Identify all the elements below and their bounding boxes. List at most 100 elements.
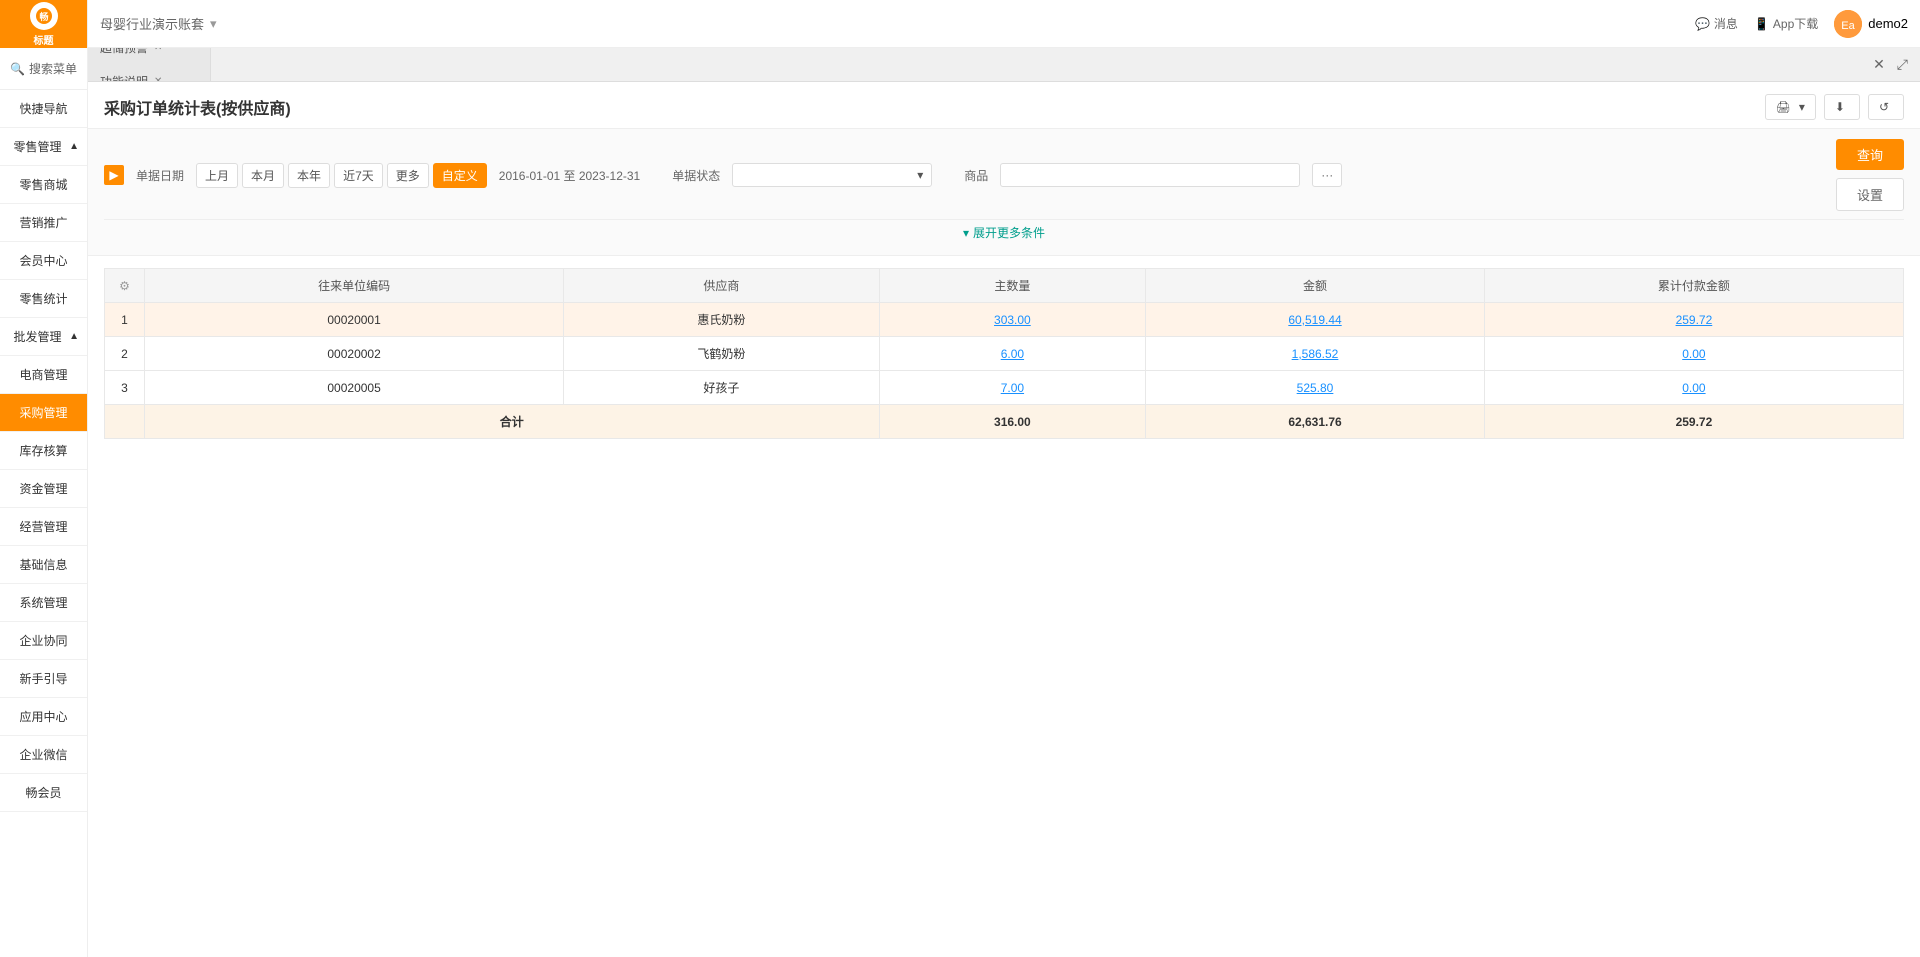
- tabbar: 首页收发存汇总表✕要货单统计表✕可用量库存账本✕保质期查询✕超储预警✕功能说明✕…: [88, 48, 1920, 82]
- user-avatar: Ea: [1834, 10, 1862, 38]
- sidebar-item-retail-stats[interactable]: 零售统计: [0, 280, 87, 318]
- app-icon: 📱: [1754, 17, 1769, 31]
- workspace-name: 母婴行业演示账套: [100, 14, 204, 33]
- tab-label-func-desc: 功能说明: [100, 73, 148, 82]
- sidebar-item-label-retail-mgmt: 零售管理: [8, 138, 67, 155]
- tab-overstock-warning[interactable]: 超储预警 ✕: [88, 48, 211, 65]
- export-button[interactable]: ⬇: [1824, 94, 1860, 120]
- cell-paid-0[interactable]: 259.72: [1484, 303, 1903, 337]
- cell-amount-0[interactable]: 60,519.44: [1146, 303, 1485, 337]
- sidebar-logo: 畅 标题: [0, 0, 87, 48]
- sidebar-item-inventory-check[interactable]: 库存核算: [0, 432, 87, 470]
- settings-icon[interactable]: ⚙: [118, 279, 132, 293]
- print-icon: 🖨: [1776, 100, 1791, 114]
- app-label: App下载: [1773, 15, 1818, 32]
- export-icon: ⬇: [1835, 100, 1845, 114]
- app-download-button[interactable]: 📱 App下载: [1754, 15, 1818, 32]
- refresh-button[interactable]: ↺: [1868, 94, 1904, 120]
- footer-quantity: 316.00: [879, 405, 1146, 439]
- filter-area: ▶ 单据日期 上月 本月 本年 近7天 更多 自定义 2016-01-01 至 …: [88, 129, 1920, 256]
- sidebar-item-label-capital-mgmt: 资金管理: [4, 480, 83, 497]
- cell-index-2: 3: [105, 371, 145, 405]
- table-area: ⚙ 往来单位编码 供应商 主数量 金额 累计付款金额 1 00020001 惠氏…: [88, 256, 1920, 957]
- cell-amount-2[interactable]: 525.80: [1146, 371, 1485, 405]
- settings-button[interactable]: 设置: [1836, 178, 1904, 211]
- sidebar-item-capital-mgmt[interactable]: 资金管理: [0, 470, 87, 508]
- print-button[interactable]: 🖨 ▾: [1765, 94, 1816, 120]
- sidebar-item-ops-mgmt[interactable]: 经营管理: [0, 508, 87, 546]
- goods-input[interactable]: [1000, 163, 1300, 187]
- user-profile-button[interactable]: Ea demo2: [1834, 10, 1908, 38]
- goods-label: 商品: [964, 167, 988, 184]
- cell-code-1: 00020002: [145, 337, 564, 371]
- sidebar-item-marketing[interactable]: 营销推广: [0, 204, 87, 242]
- message-button[interactable]: 💬 消息: [1695, 15, 1738, 32]
- expand-more-button[interactable]: ▾ 展开更多条件: [104, 219, 1904, 245]
- expand-icon: ▾: [963, 226, 969, 240]
- cell-code-2: 00020005: [145, 371, 564, 405]
- footer-empty-1: [105, 405, 145, 439]
- col-quantity: 主数量: [879, 269, 1146, 303]
- table-body: 1 00020001 惠氏奶粉 303.00 60,519.44 259.72 …: [105, 303, 1904, 405]
- col-amount: 金额: [1146, 269, 1485, 303]
- col-settings[interactable]: ⚙: [105, 269, 145, 303]
- sidebar-item-ecommerce-mgmt[interactable]: 电商管理: [0, 356, 87, 394]
- sidebar-item-label-app-center: 应用中心: [4, 708, 83, 725]
- sidebar-item-retail-mgmt[interactable]: 零售管理▲: [0, 128, 87, 166]
- maximize-tab-button[interactable]: ⤢: [1893, 54, 1912, 75]
- sidebar-item-purchase-mgmt[interactable]: 采购管理: [0, 394, 87, 432]
- cell-quantity-2[interactable]: 7.00: [879, 371, 1146, 405]
- search-icon: 🔍: [10, 62, 25, 76]
- cell-quantity-0[interactable]: 303.00: [879, 303, 1146, 337]
- sidebar-item-label-retail-shop: 零售商城: [4, 176, 83, 193]
- tab-func-desc[interactable]: 功能说明✕: [88, 65, 211, 83]
- date-btn-this-month[interactable]: 本月: [242, 163, 284, 188]
- logo-text: 标题: [34, 32, 54, 47]
- search-menu-button[interactable]: 🔍 搜索菜单: [6, 56, 81, 81]
- date-btn-last-month[interactable]: 上月: [196, 163, 238, 188]
- page-title: 采购订单统计表(按供应商): [104, 95, 291, 119]
- query-button[interactable]: 查询: [1836, 139, 1904, 170]
- sidebar-item-basic-info[interactable]: 基础信息: [0, 546, 87, 584]
- sidebar-item-batch-mgmt[interactable]: 批发管理▲: [0, 318, 87, 356]
- sidebar-item-label-purchase-mgmt: 采购管理: [4, 404, 83, 421]
- close-tab-button[interactable]: ✕: [1869, 54, 1889, 75]
- sidebar-item-quick-nav[interactable]: 快捷导航: [0, 90, 87, 128]
- cell-amount-1[interactable]: 1,586.52: [1146, 337, 1485, 371]
- sidebar-item-member-center[interactable]: 会员中心: [0, 242, 87, 280]
- table-row: 1 00020001 惠氏奶粉 303.00 60,519.44 259.72: [105, 303, 1904, 337]
- sidebar-item-enterprise-wechat[interactable]: 企业微信: [0, 736, 87, 774]
- expand-label: 展开更多条件: [973, 224, 1045, 241]
- table-footer: 合计 316.00 62,631.76 259.72: [105, 405, 1904, 439]
- sidebar-item-vip-member[interactable]: 畅会员: [0, 774, 87, 812]
- tab-close-overstock-warning[interactable]: ✕: [154, 48, 162, 53]
- cell-paid-1[interactable]: 0.00: [1484, 337, 1903, 371]
- date-btn-more[interactable]: 更多: [387, 163, 429, 188]
- tab-label-overstock-warning: 超储预警: [100, 48, 148, 56]
- status-select[interactable]: ▾: [732, 163, 932, 187]
- sidebar-nav: 快捷导航零售管理▲零售商城营销推广会员中心零售统计批发管理▲电商管理采购管理库存…: [0, 90, 87, 812]
- sidebar-item-label-batch-mgmt: 批发管理: [8, 328, 67, 345]
- page-content: 采购订单统计表(按供应商) 🖨 ▾ ⬇ ↺ ▶: [88, 82, 1920, 957]
- cell-supplier-2: 好孩子: [564, 371, 879, 405]
- sidebar-item-label-basic-info: 基础信息: [4, 556, 83, 573]
- cell-supplier-1: 飞鹤奶粉: [564, 337, 879, 371]
- workspace-selector[interactable]: 母婴行业演示账套 ▾: [100, 14, 1695, 33]
- date-btn-this-year[interactable]: 本年: [288, 163, 330, 188]
- table-row: 3 00020005 好孩子 7.00 525.80 0.00: [105, 371, 1904, 405]
- sidebar-search-area[interactable]: 🔍 搜索菜单: [0, 48, 87, 90]
- cell-quantity-1[interactable]: 6.00: [879, 337, 1146, 371]
- sidebar-item-retail-shop[interactable]: 零售商城: [0, 166, 87, 204]
- goods-input-more[interactable]: ···: [1312, 163, 1342, 187]
- sidebar-item-new-guide[interactable]: 新手引导: [0, 660, 87, 698]
- sidebar-arrow-icon: ▲: [69, 331, 79, 342]
- sidebar-item-sys-mgmt[interactable]: 系统管理: [0, 584, 87, 622]
- main-area: 母婴行业演示账套 ▾ 💬 消息 📱 App下载 Ea demo2 首页收发存汇总…: [88, 0, 1920, 957]
- date-btn-custom[interactable]: 自定义: [433, 163, 487, 188]
- sidebar-item-app-center[interactable]: 应用中心: [0, 698, 87, 736]
- sidebar-item-enterprise-collab[interactable]: 企业协同: [0, 622, 87, 660]
- filter-toggle-button[interactable]: ▶: [104, 165, 124, 185]
- date-btn-7days[interactable]: 近7天: [334, 163, 383, 188]
- sidebar-item-label-enterprise-wechat: 企业微信: [4, 746, 83, 763]
- cell-paid-2[interactable]: 0.00: [1484, 371, 1903, 405]
